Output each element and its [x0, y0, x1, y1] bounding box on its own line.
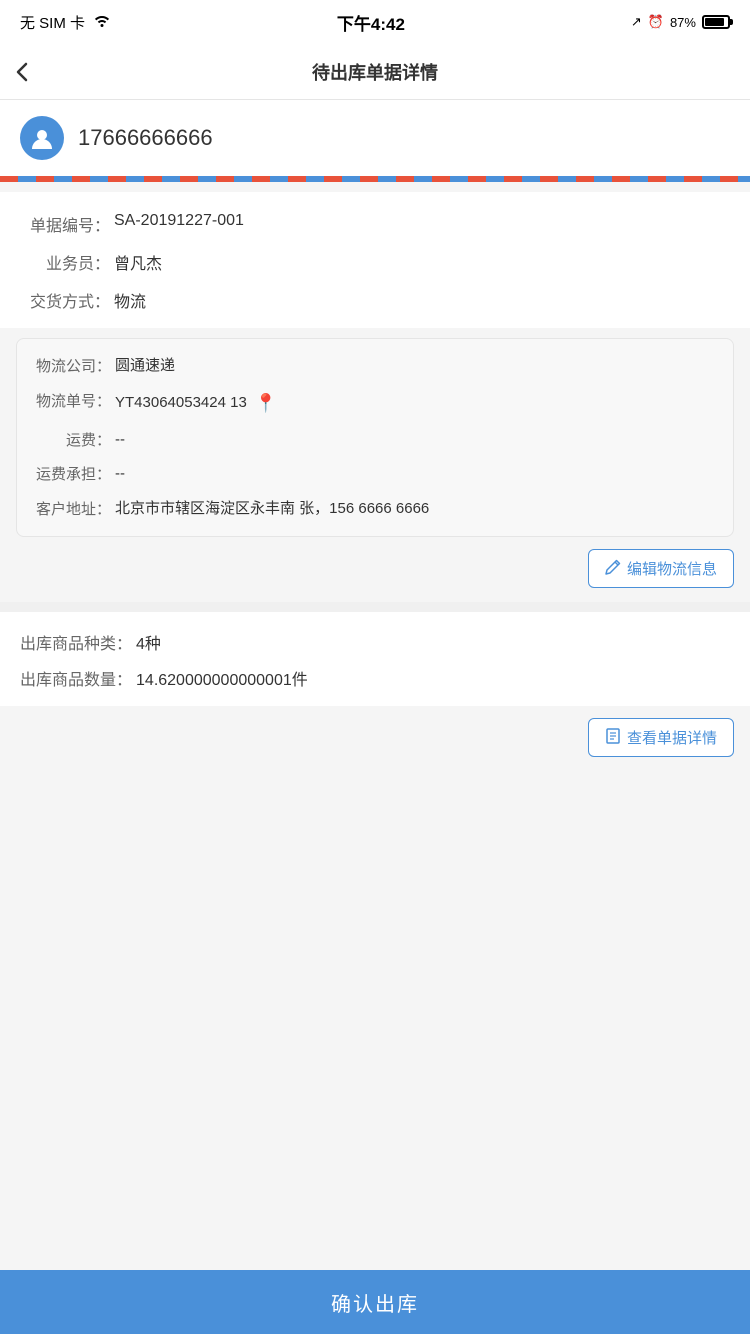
edit-logistics-label: 编辑物流信息 — [627, 558, 717, 579]
dashed-divider — [0, 176, 750, 182]
status-time: 下午4:42 — [337, 10, 405, 35]
goods-quantity-label: 出库商品数量： — [20, 666, 132, 690]
battery-icon — [702, 15, 730, 29]
goods-quantity-value: 14.620000000000001件 — [136, 666, 308, 690]
status-right: ↗ ⏰ 87% — [631, 14, 730, 30]
status-bar: 无 SIM 卡 下午4:42 ↗ ⏰ 87% — [0, 0, 750, 44]
carrier-text: 无 SIM 卡 — [20, 12, 85, 33]
logistics-card: 物流公司： 圆通速递 物流单号： YT43064053424 13 📍 运费： … — [16, 338, 734, 537]
delivery-method-label: 交货方式： — [20, 288, 110, 312]
edit-logistics-button[interactable]: 编辑物流信息 — [588, 549, 734, 588]
customer-phone: 17666666666 — [78, 125, 213, 151]
sales-rep-label: 业务员： — [20, 250, 110, 274]
freight-bear-value: -- — [115, 463, 717, 486]
tracking-number-row: 物流单号： YT43064053424 13 📍 — [33, 390, 717, 417]
avatar — [20, 116, 64, 160]
document-number-row: 单据编号： SA-20191227-001 — [20, 212, 730, 236]
tracking-label: 物流单号： — [33, 390, 111, 411]
empty-space — [0, 757, 750, 937]
tracking-number-text: YT43064053424 13 — [115, 392, 247, 415]
tracking-value: YT43064053424 13 📍 — [115, 390, 717, 417]
sales-rep-row: 业务员： 曾凡杰 — [20, 250, 730, 274]
confirm-button[interactable]: 确认出库 — [0, 1270, 750, 1334]
view-detail-button[interactable]: 查看单据详情 — [588, 718, 734, 757]
edit-icon — [605, 559, 621, 579]
delivery-method-value: 物流 — [114, 288, 730, 312]
goods-quantity-row: 出库商品数量： 14.620000000000001件 — [20, 666, 730, 690]
freight-label: 运费： — [33, 429, 111, 450]
address-value: 北京市市辖区海淀区永丰南 张，156 6666 6666 — [115, 498, 717, 521]
logistics-company-label: 物流公司： — [33, 355, 111, 376]
document-number-label: 单据编号： — [20, 212, 110, 236]
section-divider — [0, 602, 750, 612]
battery-percent: 87% — [670, 15, 696, 30]
nav-bar: 待出库单据详情 — [0, 44, 750, 100]
order-info-section: 单据编号： SA-20191227-001 业务员： 曾凡杰 交货方式： 物流 — [0, 192, 750, 328]
freight-bear-row: 运费承担： -- — [33, 463, 717, 486]
address-label: 客户地址： — [33, 498, 111, 519]
location-pin-icon[interactable]: 📍 — [255, 390, 277, 417]
goods-type-value: 4种 — [136, 630, 161, 654]
goods-section: 出库商品种类： 4种 出库商品数量： 14.620000000000001件 — [0, 612, 750, 706]
logistics-company-value: 圆通速递 — [115, 355, 717, 378]
page-title: 待出库单据详情 — [312, 59, 438, 85]
freight-value: -- — [115, 429, 717, 452]
freight-row: 运费： -- — [33, 429, 717, 452]
freight-bear-label: 运费承担： — [33, 463, 111, 484]
delivery-method-row: 交货方式： 物流 — [20, 288, 730, 312]
view-detail-container: 查看单据详情 — [16, 718, 734, 757]
logistics-company-row: 物流公司： 圆通速递 — [33, 355, 717, 378]
address-row: 客户地址： 北京市市辖区海淀区永丰南 张，156 6666 6666 — [33, 498, 717, 521]
document-number-value: SA-20191227-001 — [114, 212, 730, 230]
alarm-icon: ⏰ — [648, 14, 664, 30]
status-left: 无 SIM 卡 — [20, 12, 111, 33]
sales-rep-value: 曾凡杰 — [114, 250, 730, 274]
wifi-icon — [93, 13, 111, 31]
customer-header: 17666666666 — [0, 100, 750, 176]
back-button[interactable] — [16, 62, 28, 82]
location-icon: ↗ — [631, 14, 642, 30]
document-icon — [605, 728, 621, 748]
goods-type-label: 出库商品种类： — [20, 630, 132, 654]
goods-type-row: 出库商品种类： 4种 — [20, 630, 730, 654]
edit-logistics-container: 编辑物流信息 — [16, 549, 734, 588]
view-detail-label: 查看单据详情 — [627, 727, 717, 748]
